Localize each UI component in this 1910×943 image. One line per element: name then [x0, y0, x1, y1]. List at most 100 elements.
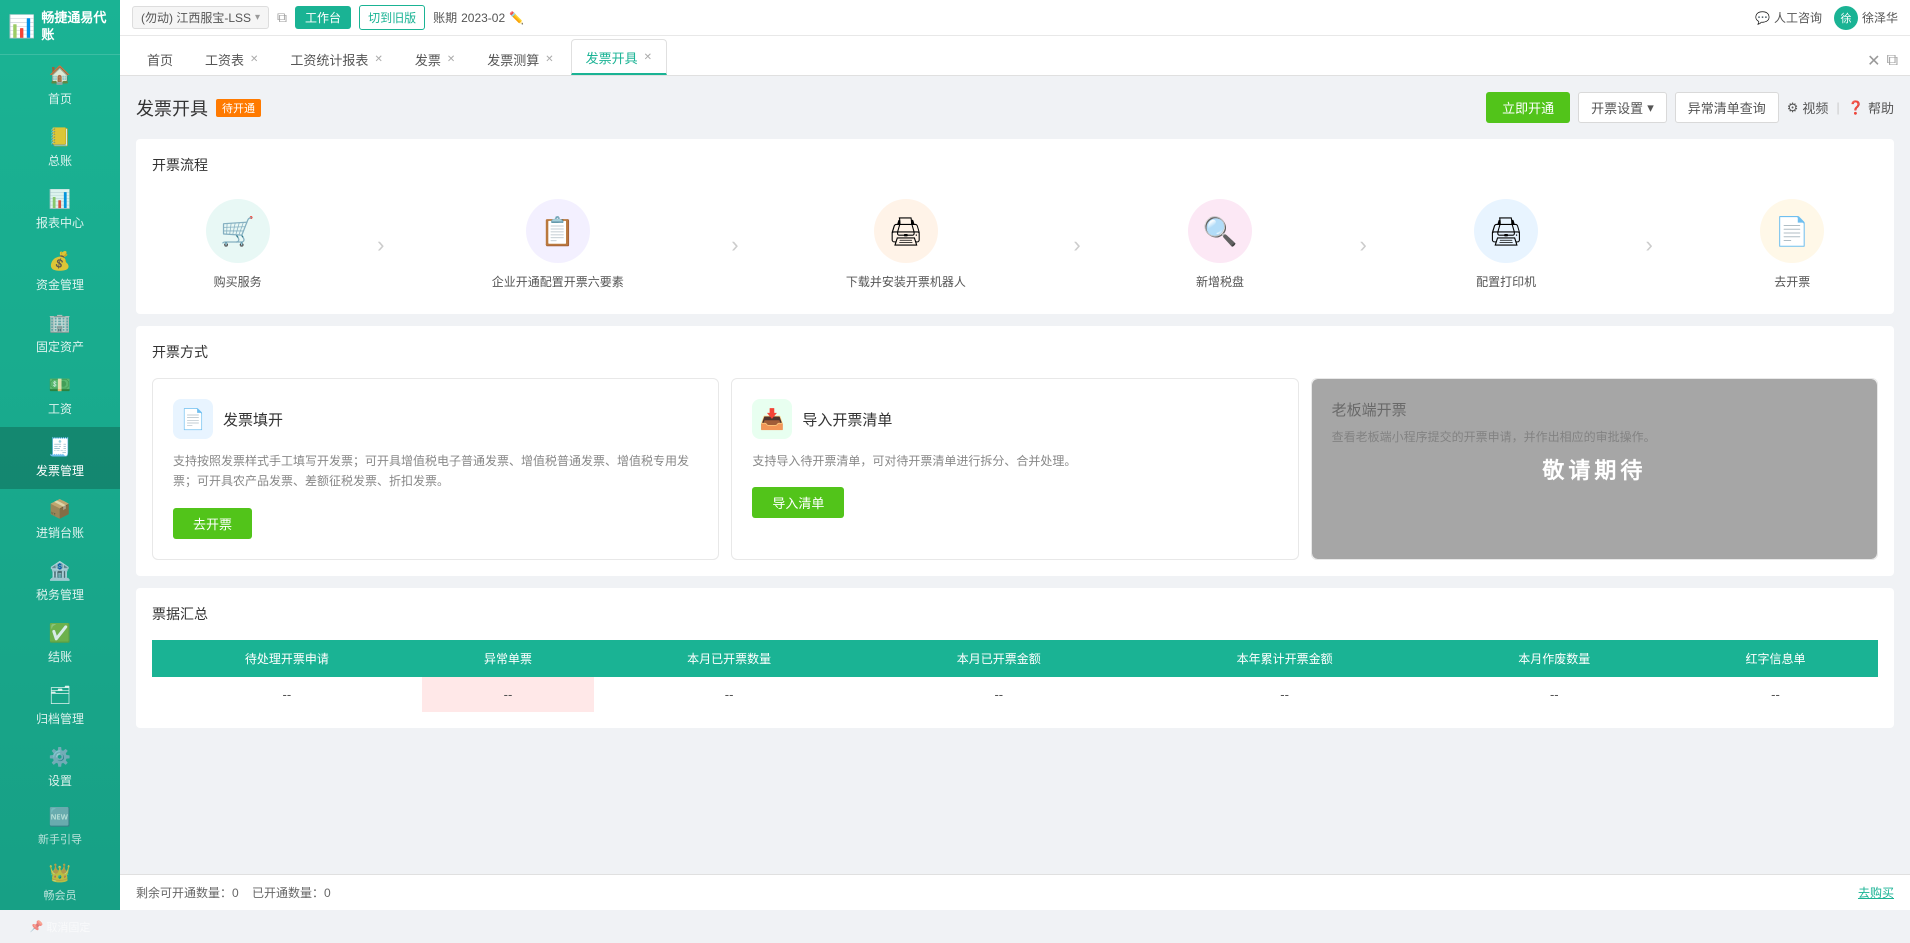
- sidebar-footer-item-member[interactable]: 👑畅会员: [0, 855, 120, 911]
- sidebar-footer-item-guide[interactable]: 🆕 新手引导: [0, 799, 120, 855]
- ticket-summary-title: 票据汇总: [152, 604, 1878, 624]
- ticket-method-title: 开票方式: [152, 342, 1878, 362]
- company-name: (勿动) 江西服宝-LSS: [141, 9, 251, 26]
- step-buy: 🛒 购买服务: [206, 199, 270, 290]
- sidebar-item-label: 发票管理: [36, 462, 84, 479]
- tab-close-icon[interactable]: ✕: [374, 54, 382, 65]
- tab-label: 发票: [415, 50, 441, 69]
- topbar: (勿动) 江西服宝-LSS ▾ ⧉ 工作台 切到旧版 账期 2023-02 ✏️…: [120, 0, 1910, 36]
- step-arrow-3: ›: [1359, 232, 1366, 258]
- sidebar-item-fixed-assets[interactable]: 🏢固定资产: [0, 303, 120, 365]
- tabs-bar: 首页工资表✕工资统计报表✕发票✕发票测算✕发票开具✕ ✕ ⧉: [120, 36, 1910, 76]
- page-title: 发票开具: [136, 95, 208, 121]
- tab-salary[interactable]: 工资表✕: [190, 41, 273, 75]
- archive-icon: 🗂: [49, 685, 72, 706]
- settlement-icon: ✅: [49, 623, 71, 644]
- buy-link[interactable]: 去购买: [1858, 884, 1894, 901]
- sidebar-item-home[interactable]: 🏠首页: [0, 55, 120, 117]
- sidebar-item-tax-mgmt[interactable]: 🏦税务管理: [0, 551, 120, 613]
- ticket-flow-section: 开票流程 🛒 购买服务 › 📋 企业开通配置开票六要素 › 🖨 下载并安装开票机…: [136, 139, 1894, 314]
- tab-close-icon[interactable]: ✕: [644, 52, 652, 63]
- method-card-desc: 支持按照发票样式手工填写开发票；可开具增值税电子普通发票、增值税普通发票、增值税…: [173, 451, 698, 492]
- tab-invoice-open[interactable]: 发票开具✕: [571, 39, 667, 75]
- period-label: 账期: [433, 9, 457, 26]
- tab-salary-stat[interactable]: 工资统计报表✕: [275, 41, 397, 75]
- sidebar-item-funds[interactable]: 💰资金管理: [0, 241, 120, 303]
- open-settings-label: 开票设置: [1591, 98, 1643, 117]
- sidebar-item-reports[interactable]: 📊报表中心: [0, 179, 120, 241]
- remaining-quota: 剩余可开通数量：0: [136, 886, 239, 900]
- salary-icon: 💵: [49, 375, 71, 396]
- step-tax: 🔍 新增税盘: [1188, 199, 1252, 290]
- guide-icon: 🆕: [49, 807, 71, 828]
- method-card-icon-import: 📥: [752, 399, 792, 439]
- avatar: 徐: [1834, 6, 1858, 30]
- sidebar-item-invoice-mgmt[interactable]: 🧾发票管理: [0, 427, 120, 489]
- step-label-issue: 去开票: [1774, 273, 1810, 290]
- tab-close-icon[interactable]: ✕: [250, 54, 258, 65]
- home-icon: 🏠: [49, 65, 71, 86]
- step-download: 🖨 下载并安装开票机器人: [846, 199, 966, 290]
- overlay-text: 敬请期待: [1542, 453, 1646, 485]
- help-btn[interactable]: ❓ 帮助: [1848, 98, 1894, 117]
- period-value: 2023-02: [461, 11, 505, 25]
- copy-icon[interactable]: ⧉: [277, 9, 287, 26]
- topbar-right: 💬 人工咨询 徐 徐泽华: [1755, 6, 1898, 30]
- sidebar-item-settings[interactable]: ⚙️设置: [0, 737, 120, 799]
- consultant-icon: 💬: [1755, 11, 1770, 25]
- summary-col-3: 本月已开票金额: [864, 640, 1134, 677]
- summary-cell-3: --: [864, 677, 1134, 712]
- summary-table: 待处理开票申请异常单票本月已开票数量本月已开票金额本年累计开票金额本月作废数量红…: [152, 640, 1878, 712]
- tab-close-icon[interactable]: ✕: [447, 54, 455, 65]
- summary-cell-5: --: [1436, 677, 1673, 712]
- period-edit-icon[interactable]: ✏️: [509, 11, 524, 25]
- company-selector[interactable]: (勿动) 江西服宝-LSS ▾: [132, 6, 269, 29]
- sidebar-item-archive[interactable]: 🗂归档管理: [0, 675, 120, 737]
- ticket-flow-title: 开票流程: [152, 155, 1878, 175]
- tab-home[interactable]: 首页: [132, 41, 188, 75]
- step-icon-printer: 🖨: [1474, 199, 1538, 263]
- sidebar-item-purchase-sales[interactable]: 📦进销台账: [0, 489, 120, 551]
- sidebar-footer: 🆕 新手引导 👑畅会员 📌 取消固定: [0, 799, 120, 943]
- method-card-btn-manual[interactable]: 去开票: [173, 508, 252, 539]
- step-icon-tax: 🔍: [1188, 199, 1252, 263]
- cancel-fixed-btn[interactable]: 📌 取消固定: [0, 911, 120, 943]
- sidebar-item-salary[interactable]: 💵工资: [0, 365, 120, 427]
- content-area: 发票开具 待开通 立即开通 开票设置 ▾ 异常清单查询 ⚙ 视频 | ❓ 帮助: [120, 76, 1910, 874]
- footer-info: 剩余可开通数量：0 已开通数量：0: [136, 884, 331, 901]
- view-btn[interactable]: ⚙ 视频: [1787, 98, 1829, 117]
- topbar-left: (勿动) 江西服宝-LSS ▾ ⧉ 工作台 切到旧版 账期 2023-02 ✏️: [132, 5, 524, 30]
- method-card-title: 发票填开: [223, 409, 283, 430]
- method-card-title: 导入开票清单: [802, 409, 892, 430]
- sidebar-footer-item-label: 畅会员: [44, 887, 77, 903]
- sidebar-item-ledger[interactable]: 📒总账: [0, 117, 120, 179]
- restore-tab-icon[interactable]: ⧉: [1887, 52, 1898, 70]
- workbench-button[interactable]: 工作台: [295, 6, 351, 29]
- tab-close-icon[interactable]: ✕: [545, 54, 553, 65]
- ticket-summary-section: 票据汇总 待处理开票申请异常单票本月已开票数量本月已开票金额本年累计开票金额本月…: [136, 588, 1894, 728]
- step-arrow-2: ›: [1073, 232, 1080, 258]
- status-badge: 待开通: [216, 99, 261, 117]
- consultant-btn[interactable]: 💬 人工咨询: [1755, 9, 1822, 26]
- sidebar-item-settlement[interactable]: ✅结账: [0, 613, 120, 675]
- method-card-import: 📥 导入开票清单 支持导入待开票清单，可对待开票清单进行拆分、合并处理。 导入清…: [731, 378, 1298, 560]
- method-card-btn-import[interactable]: 导入清单: [752, 487, 844, 518]
- tab-invoice-calc[interactable]: 发票测算✕: [472, 41, 568, 75]
- close-tab-icon[interactable]: ✕: [1867, 51, 1880, 71]
- open-now-button[interactable]: 立即开通: [1486, 92, 1570, 123]
- help-label: 帮助: [1868, 98, 1894, 117]
- tab-invoice[interactable]: 发票 ✕: [400, 41, 470, 75]
- sidebar-footer-item-label: 新手引导: [38, 831, 82, 847]
- sidebar-item-label: 设置: [48, 772, 72, 789]
- tab-label: 首页: [147, 50, 173, 69]
- step-arrow-0: ›: [377, 232, 384, 258]
- user-area[interactable]: 徐 徐泽华: [1834, 6, 1898, 30]
- step-icon-issue: 📄: [1760, 199, 1824, 263]
- view-icon: ⚙: [1787, 100, 1799, 116]
- open-settings-button[interactable]: 开票设置 ▾: [1578, 92, 1667, 123]
- method-cards: 📄 发票填开 支持按照发票样式手工填写开发票；可开具增值税电子普通发票、增值税普…: [152, 378, 1878, 560]
- page-title-area: 发票开具 待开通: [136, 95, 261, 121]
- fixed-assets-icon: 🏢: [49, 313, 71, 334]
- old-version-button[interactable]: 切到旧版: [359, 5, 425, 30]
- abnormal-query-button[interactable]: 异常清单查询: [1675, 92, 1779, 123]
